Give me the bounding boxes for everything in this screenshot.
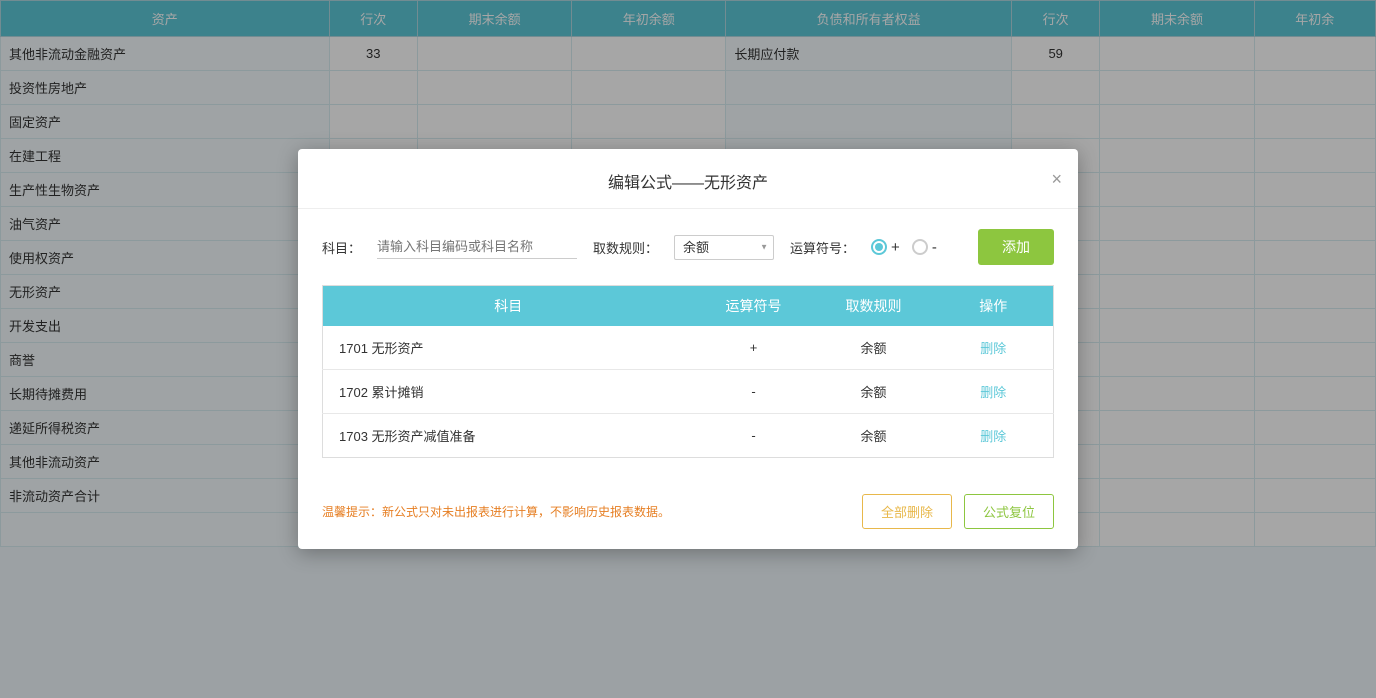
formula-operator-cell: + [694, 326, 814, 370]
modal-body: 科目： 取数规则： 余额借方贷方借方发生额贷方发生额 运算符号： + - [298, 209, 1078, 478]
footer-buttons: 全部删除 公式复位 [862, 494, 1054, 529]
footer-tip: 温馨提示：新公式只对未出报表进行计算，不影响历史报表数据。 [322, 503, 670, 520]
formula-table-row: 1702 累计摊销-余额 删除 [323, 370, 1054, 414]
formula-operator-cell: - [694, 370, 814, 414]
formula-action-cell: 删除 [934, 370, 1054, 414]
delete-row-link[interactable]: 删除 [980, 341, 1006, 356]
subject-label: 科目： [322, 238, 361, 257]
rule-select-wrap: 余额借方贷方借方发生额贷方发生额 [674, 235, 774, 260]
formula-subject-cell: 1701 无形资产 [323, 326, 694, 370]
radio-plus-label: + [891, 239, 900, 256]
formula-subject-cell: 1703 无形资产减值准备 [323, 414, 694, 458]
formula-table: 科目 运算符号 取数规则 操作 1701 无形资产+余额删除1702 累计摊销-… [322, 285, 1054, 458]
formula-operator-cell: - [694, 414, 814, 458]
modal-close-button[interactable]: × [1051, 170, 1062, 188]
reset-formula-button[interactable]: 公式复位 [964, 494, 1054, 529]
formula-subject-cell: 1702 累计摊销 [323, 370, 694, 414]
edit-formula-modal: 编辑公式——无形资产 × 科目： 取数规则： 余额借方贷方借方发生额贷方发生额 … [298, 149, 1078, 549]
formula-rule-cell: 余额 [814, 414, 934, 458]
table-header-subject: 科目 [323, 286, 694, 327]
modal-header: 编辑公式——无形资产 × [298, 149, 1078, 209]
table-header-action: 操作 [934, 286, 1054, 327]
formula-table-row: 1701 无形资产+余额 删除 [323, 326, 1054, 370]
subject-input[interactable] [377, 235, 577, 259]
radio-minus-circle [912, 239, 928, 255]
add-button[interactable]: 添加 [978, 229, 1054, 265]
modal-footer: 温馨提示：新公式只对未出报表进行计算，不影响历史报表数据。 全部删除 公式复位 [298, 478, 1078, 549]
delete-row-link[interactable]: 删除 [980, 429, 1006, 444]
delete-all-button[interactable]: 全部删除 [862, 494, 952, 529]
modal-title: 编辑公式——无形资产 [608, 175, 768, 192]
radio-plus-circle [871, 239, 887, 255]
form-row: 科目： 取数规则： 余额借方贷方借方发生额贷方发生额 运算符号： + - [322, 229, 1054, 265]
operator-label: 运算符号： [790, 238, 855, 257]
radio-plus-item[interactable]: + [871, 239, 900, 256]
radio-minus-label: - [932, 239, 937, 256]
rule-select[interactable]: 余额借方贷方借方发生额贷方发生额 [674, 235, 774, 260]
modal-overlay: 编辑公式——无形资产 × 科目： 取数规则： 余额借方贷方借方发生额贷方发生额 … [0, 0, 1376, 698]
table-header-rule: 取数规则 [814, 286, 934, 327]
formula-action-cell: 删除 [934, 414, 1054, 458]
operator-radio-group: + - [871, 239, 937, 256]
delete-row-link[interactable]: 删除 [980, 385, 1006, 400]
formula-table-row: 1703 无形资产减值准备-余额 删除 [323, 414, 1054, 458]
formula-action-cell: 删除 [934, 326, 1054, 370]
rule-label: 取数规则： [593, 238, 658, 257]
formula-rule-cell: 余额 [814, 326, 934, 370]
radio-minus-item[interactable]: - [912, 239, 937, 256]
table-header-operator: 运算符号 [694, 286, 814, 327]
formula-rule-cell: 余额 [814, 370, 934, 414]
